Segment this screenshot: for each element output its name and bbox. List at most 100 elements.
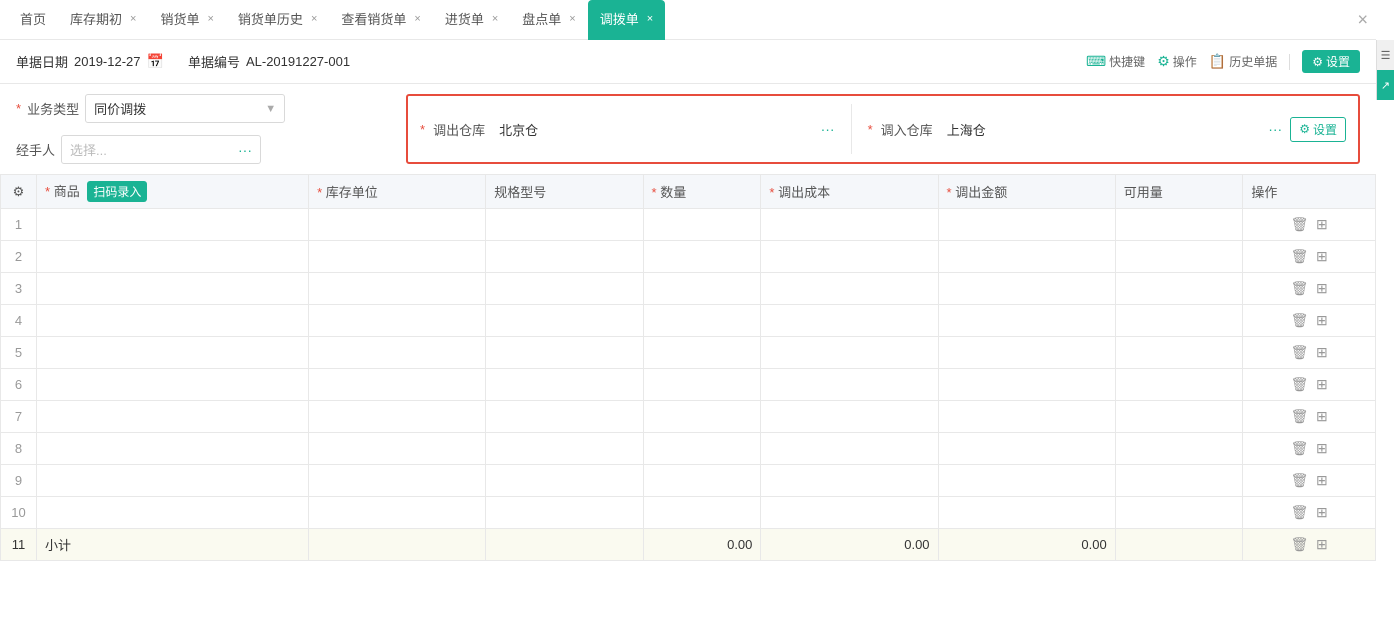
handler-select[interactable]: 选择... ···	[61, 135, 261, 164]
spec-cell[interactable]	[486, 497, 643, 529]
copy-icon[interactable]: ⊞	[1316, 440, 1328, 456]
spec-cell[interactable]	[486, 209, 643, 241]
operation-button[interactable]: ⚙ 操作	[1157, 53, 1197, 70]
copy-icon[interactable]: ⊞	[1316, 376, 1328, 392]
copy-icon[interactable]: ⊞	[1316, 504, 1328, 520]
product-cell[interactable]	[37, 369, 309, 401]
transfer-amount-cell[interactable]	[938, 337, 1115, 369]
copy-icon[interactable]: ⊞	[1316, 280, 1328, 296]
unit-cell[interactable]	[309, 337, 486, 369]
spec-cell[interactable]	[486, 337, 643, 369]
spec-cell[interactable]	[486, 305, 643, 337]
unit-cell[interactable]	[309, 433, 486, 465]
transfer-cost-cell[interactable]	[761, 273, 938, 305]
spec-cell[interactable]	[486, 273, 643, 305]
delete-icon[interactable]: 🗑	[1291, 536, 1309, 552]
transfer-amount-cell[interactable]	[938, 209, 1115, 241]
transfer-cost-cell[interactable]	[761, 433, 938, 465]
quantity-cell[interactable]	[643, 369, 761, 401]
spec-cell[interactable]	[486, 241, 643, 273]
scan-button[interactable]: 扫码录入	[87, 181, 147, 202]
copy-icon[interactable]: ⊞	[1316, 408, 1328, 424]
delete-icon[interactable]: 🗑	[1291, 312, 1309, 328]
tab-bar-close-button[interactable]: ×	[1357, 9, 1368, 30]
product-cell[interactable]	[37, 209, 309, 241]
unit-cell[interactable]	[309, 401, 486, 433]
delete-icon[interactable]: 🗑	[1291, 216, 1309, 232]
transfer-amount-cell[interactable]	[938, 433, 1115, 465]
transfer-amount-cell[interactable]	[938, 241, 1115, 273]
business-type-select[interactable]: 同价调拨 ▼	[85, 94, 285, 123]
tab-inventory-count[interactable]: 盘点单 ×	[510, 0, 587, 40]
quantity-cell[interactable]	[643, 241, 761, 273]
product-cell[interactable]	[37, 465, 309, 497]
shortcut-button[interactable]: ⌨ 快捷键	[1086, 53, 1145, 70]
copy-icon[interactable]: ⊞	[1316, 472, 1328, 488]
tab-view-sales[interactable]: 查看销货单 ×	[329, 0, 432, 40]
tab-transfer-order[interactable]: 调拨单 ×	[588, 0, 665, 40]
delete-icon[interactable]: 🗑	[1291, 248, 1309, 264]
delete-icon[interactable]: 🗑	[1291, 408, 1309, 424]
warehouse-settings-button[interactable]: ⚙ 设置	[1290, 117, 1346, 142]
product-cell[interactable]	[37, 433, 309, 465]
handler-more-icon[interactable]: ···	[238, 142, 252, 158]
transfer-cost-cell[interactable]	[761, 305, 938, 337]
quantity-cell[interactable]	[643, 433, 761, 465]
product-cell[interactable]	[37, 273, 309, 305]
transfer-amount-cell[interactable]	[938, 369, 1115, 401]
quantity-cell[interactable]	[643, 337, 761, 369]
unit-cell[interactable]	[309, 305, 486, 337]
delete-icon[interactable]: 🗑	[1291, 472, 1309, 488]
tab-home[interactable]: 首页	[8, 0, 58, 40]
unit-cell[interactable]	[309, 273, 486, 305]
transfer-cost-cell[interactable]	[761, 241, 938, 273]
unit-cell[interactable]	[309, 369, 486, 401]
transfer-amount-cell[interactable]	[938, 305, 1115, 337]
delete-icon[interactable]: 🗑	[1291, 440, 1309, 456]
unit-cell[interactable]	[309, 497, 486, 529]
sidebar-list-icon[interactable]: ☰	[1377, 40, 1394, 70]
col-settings[interactable]: ⚙	[1, 175, 37, 209]
copy-icon[interactable]: ⊞	[1316, 312, 1328, 328]
copy-icon[interactable]: ⊞	[1316, 248, 1328, 264]
tab-inventory-count-close[interactable]: ×	[569, 13, 575, 25]
transfer-cost-cell[interactable]	[761, 401, 938, 433]
sidebar-export-icon[interactable]: ↗	[1377, 70, 1394, 100]
product-cell[interactable]	[37, 401, 309, 433]
product-cell[interactable]	[37, 241, 309, 273]
product-cell[interactable]	[37, 497, 309, 529]
spec-cell[interactable]	[486, 401, 643, 433]
quantity-cell[interactable]	[643, 273, 761, 305]
tab-sales-order[interactable]: 销货单 ×	[148, 0, 225, 40]
tab-purchase-order[interactable]: 进货单 ×	[433, 0, 510, 40]
tab-sales-history[interactable]: 销货单历史 ×	[226, 0, 329, 40]
quantity-cell[interactable]	[643, 465, 761, 497]
delete-icon[interactable]: 🗑	[1291, 504, 1309, 520]
calendar-icon[interactable]: 📅	[147, 53, 164, 70]
transfer-amount-cell[interactable]	[938, 401, 1115, 433]
tab-purchase-order-close[interactable]: ×	[492, 13, 498, 25]
quantity-cell[interactable]	[643, 497, 761, 529]
transfer-cost-cell[interactable]	[761, 465, 938, 497]
quantity-cell[interactable]	[643, 209, 761, 241]
tab-inventory-init[interactable]: 库存期初 ×	[58, 0, 148, 40]
transfer-in-more-icon[interactable]: ···	[1268, 121, 1282, 137]
transfer-cost-cell[interactable]	[761, 497, 938, 529]
delete-icon[interactable]: 🗑	[1291, 344, 1309, 360]
transfer-out-more-icon[interactable]: ···	[821, 121, 835, 137]
delete-icon[interactable]: 🗑	[1291, 280, 1309, 296]
tab-view-sales-close[interactable]: ×	[414, 13, 420, 25]
tab-transfer-order-close[interactable]: ×	[647, 13, 653, 25]
spec-cell[interactable]	[486, 465, 643, 497]
spec-cell[interactable]	[486, 369, 643, 401]
unit-cell[interactable]	[309, 465, 486, 497]
tab-sales-order-close[interactable]: ×	[207, 13, 213, 25]
copy-icon[interactable]: ⊞	[1316, 216, 1328, 232]
transfer-cost-cell[interactable]	[761, 337, 938, 369]
spec-cell[interactable]	[486, 433, 643, 465]
transfer-amount-cell[interactable]	[938, 273, 1115, 305]
unit-cell[interactable]	[309, 209, 486, 241]
copy-icon[interactable]: ⊞	[1316, 536, 1328, 552]
quantity-cell[interactable]	[643, 305, 761, 337]
setting-button[interactable]: ⚙ 设置	[1302, 50, 1360, 73]
